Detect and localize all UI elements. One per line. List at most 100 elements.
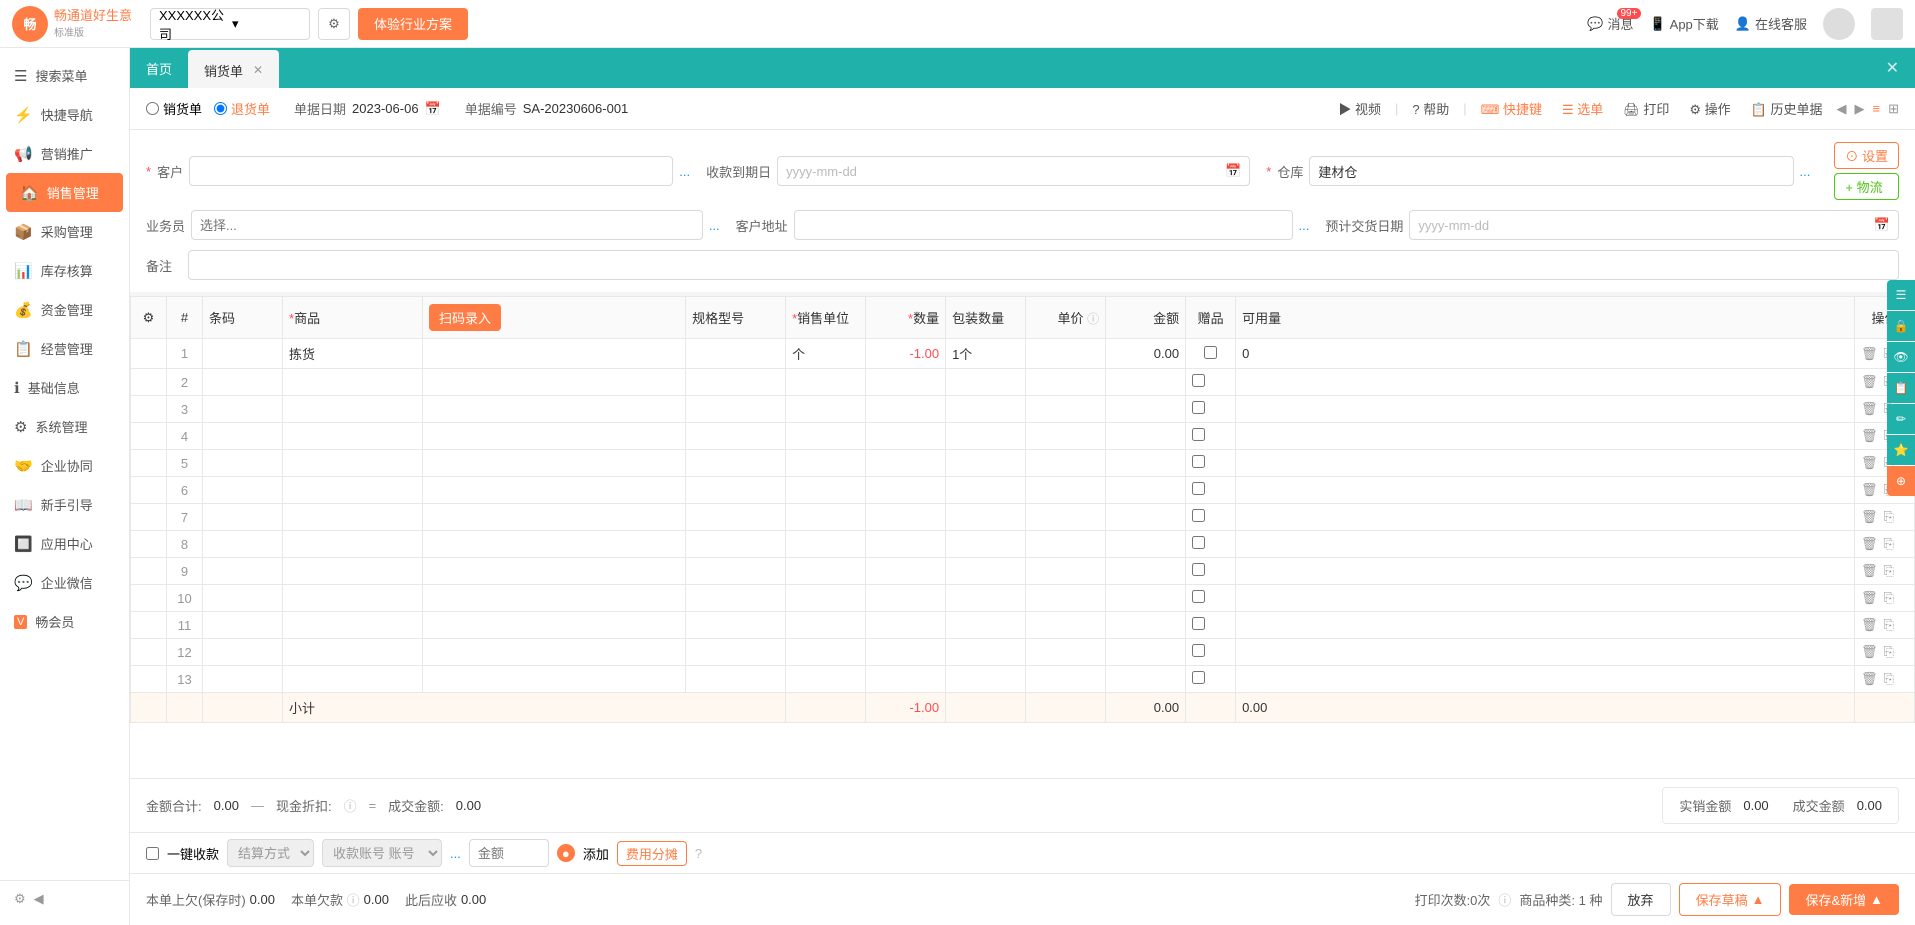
sidebar-item-basic-info[interactable]: ℹ 基础信息 bbox=[0, 368, 129, 407]
sidebar-item-quick-nav[interactable]: ⚡ 快捷导航 bbox=[0, 95, 129, 134]
salesman-dots[interactable]: ... bbox=[709, 218, 720, 233]
scan-button[interactable]: 扫码录入 bbox=[429, 304, 501, 331]
radio-return[interactable]: 退货单 bbox=[214, 99, 270, 118]
float-btn-orange[interactable]: ⊕ bbox=[1887, 466, 1915, 496]
save-new-button[interactable]: 保存&新增 ▲ bbox=[1789, 884, 1899, 915]
company-selector[interactable]: XXXXXX公司 ▾ bbox=[150, 8, 310, 40]
delete-icon[interactable]: 🗑 bbox=[1861, 401, 1878, 417]
delete-icon[interactable]: 🗑 bbox=[1861, 617, 1878, 633]
sidebar-item-beginner[interactable]: 📖 新手引导 bbox=[0, 485, 129, 524]
sidebar-item-inventory[interactable]: 📊 库存核算 bbox=[0, 251, 129, 290]
online-support-button[interactable]: 👤 在线客服 bbox=[1735, 14, 1807, 33]
discard-button[interactable]: 放弃 bbox=[1611, 883, 1671, 916]
delete-icon[interactable]: 🗑 bbox=[1861, 482, 1878, 498]
float-btn-1[interactable]: ☰ bbox=[1887, 280, 1915, 310]
fee-split-button[interactable]: 费用分摊 bbox=[617, 841, 687, 866]
radio-sales[interactable]: 销货单 bbox=[146, 99, 202, 118]
sidebar-item-wechat[interactable]: 💬 企业微信 bbox=[0, 563, 129, 602]
tab-home[interactable]: 首页 bbox=[130, 48, 188, 88]
tab-close-icon[interactable]: ✕ bbox=[253, 63, 263, 77]
fee-help-icon[interactable]: ? bbox=[695, 846, 702, 861]
copy-icon[interactable]: ⎘ bbox=[1884, 590, 1894, 606]
remarks-input[interactable] bbox=[188, 250, 1899, 280]
delete-icon[interactable]: 🗑 bbox=[1861, 536, 1878, 552]
sidebar-item-finance[interactable]: 💰 资金管理 bbox=[0, 290, 129, 329]
delete-icon[interactable]: 🗑 bbox=[1861, 671, 1878, 687]
sidebar-settings-icon[interactable]: ⚙ bbox=[14, 891, 26, 907]
delete-icon[interactable]: 🗑 bbox=[1861, 563, 1878, 579]
tab-sales-order[interactable]: 销货单 ✕ bbox=[188, 50, 279, 90]
list-view-icon[interactable]: ≡ bbox=[1873, 101, 1881, 116]
discount-info-icon[interactable]: ⓘ bbox=[344, 796, 357, 815]
avatar[interactable] bbox=[1823, 8, 1855, 40]
price-info-icon[interactable]: ⓘ bbox=[1087, 312, 1099, 326]
warehouse-input[interactable] bbox=[1309, 156, 1793, 186]
salesman-input[interactable] bbox=[191, 210, 703, 240]
delete-icon[interactable]: 🗑 bbox=[1861, 428, 1878, 444]
tab-bar-close-button[interactable]: ✕ bbox=[1886, 58, 1915, 78]
payment-method-select[interactable]: 结算方式 bbox=[227, 839, 314, 867]
sidebar-item-purchase[interactable]: 📦 采购管理 bbox=[0, 212, 129, 251]
nav-next-icon[interactable]: ▶ bbox=[1855, 101, 1865, 117]
user-menu[interactable] bbox=[1871, 8, 1903, 40]
help-btn[interactable]: ? 帮助 bbox=[1406, 96, 1455, 121]
grid-view-icon[interactable]: ⊞ bbox=[1888, 101, 1899, 117]
sidebar-collapse-icon[interactable]: ◀ bbox=[34, 891, 44, 907]
customer-dots[interactable]: ... bbox=[679, 164, 690, 179]
delete-icon[interactable]: 🗑 bbox=[1861, 374, 1878, 390]
video-btn[interactable]: ▶ 视频 bbox=[1332, 96, 1387, 121]
copy-icon[interactable]: ⎘ bbox=[1884, 671, 1894, 687]
float-btn-2[interactable]: 🔒 bbox=[1887, 311, 1915, 341]
copy-icon[interactable]: ⎘ bbox=[1884, 644, 1894, 660]
add-payment-button[interactable]: ● bbox=[557, 844, 575, 862]
delete-icon[interactable]: 🗑 bbox=[1861, 644, 1878, 660]
nav-prev-icon[interactable]: ◀ bbox=[1837, 101, 1847, 117]
receivable-date-input[interactable]: yyyy-mm-dd 📅 bbox=[777, 156, 1250, 186]
delivery-date-input[interactable]: yyyy-mm-dd 📅 bbox=[1409, 210, 1899, 240]
copy-icon[interactable]: ⎘ bbox=[1884, 509, 1894, 525]
customer-input[interactable] bbox=[189, 156, 673, 186]
copy-icon[interactable]: ⎘ bbox=[1884, 563, 1894, 579]
account-dots[interactable]: ... bbox=[450, 846, 461, 861]
delete-icon[interactable]: 🗑 bbox=[1861, 590, 1878, 606]
sidebar-item-apps[interactable]: 🔲 应用中心 bbox=[0, 524, 129, 563]
message-button[interactable]: 💬 消息 99+ bbox=[1587, 14, 1633, 33]
settings-button[interactable]: ⚙ bbox=[318, 8, 350, 40]
float-btn-5[interactable]: ✏ bbox=[1887, 404, 1915, 434]
sidebar-item-enterprise[interactable]: 🤝 企业协同 bbox=[0, 446, 129, 485]
sidebar-item-sales[interactable]: 🏠 销售管理 bbox=[6, 173, 123, 212]
row-barcode-cell[interactable] bbox=[203, 339, 283, 369]
sidebar-item-operations[interactable]: 📋 经营管理 bbox=[0, 329, 129, 368]
sidebar-item-marketing[interactable]: 📢 营销推广 bbox=[0, 134, 129, 173]
float-btn-6[interactable]: ⭐ bbox=[1887, 435, 1915, 465]
settings-side-btn[interactable]: ⊙ 设置 bbox=[1834, 142, 1899, 169]
arrears-info-icon[interactable]: ⓘ bbox=[347, 893, 360, 908]
one-click-payment-checkbox[interactable] bbox=[146, 847, 159, 860]
warehouse-dots[interactable]: ... bbox=[1800, 164, 1811, 179]
save-draft-button[interactable]: 保存草稿 ▲ bbox=[1679, 883, 1782, 916]
calendar-icon[interactable]: 📅 bbox=[425, 101, 441, 117]
trial-button[interactable]: 体验行业方案 bbox=[358, 8, 468, 40]
customer-addr-input[interactable] bbox=[794, 210, 1293, 240]
delete-icon[interactable]: 🗑 bbox=[1861, 346, 1878, 362]
shortcut-btn[interactable]: ⌨ 快捷键 bbox=[1475, 96, 1548, 121]
sidebar-item-system[interactable]: ⚙ 系统管理 bbox=[0, 407, 129, 446]
row-gift-cell[interactable] bbox=[1186, 339, 1236, 369]
float-btn-4[interactable]: 📋 bbox=[1887, 373, 1915, 403]
select-btn[interactable]: ☰ 选单 bbox=[1556, 96, 1609, 121]
th-scan[interactable]: 扫码录入 bbox=[423, 297, 686, 339]
delete-icon[interactable]: 🗑 bbox=[1861, 509, 1878, 525]
app-download-button[interactable]: 📱 App下载 bbox=[1649, 14, 1718, 33]
delete-icon[interactable]: 🗑 bbox=[1861, 455, 1878, 471]
history-btn[interactable]: 📋 历史单据 bbox=[1745, 96, 1829, 121]
float-btn-3[interactable]: 👁 bbox=[1887, 342, 1915, 372]
operation-btn[interactable]: ⚙ 操作 bbox=[1683, 96, 1736, 121]
th-settings[interactable]: ⚙ bbox=[131, 297, 167, 339]
print-info-icon[interactable]: ⓘ bbox=[1498, 890, 1511, 909]
payment-amount-input[interactable] bbox=[469, 839, 549, 867]
sidebar-item-search[interactable]: ☰ 搜索菜单 bbox=[0, 56, 129, 95]
print-btn[interactable]: 🖨 打印 bbox=[1617, 96, 1675, 121]
copy-icon[interactable]: ⎘ bbox=[1884, 536, 1894, 552]
logistics-side-btn[interactable]: + 物流 bbox=[1834, 173, 1899, 200]
sidebar-item-membership[interactable]: V 畅会员 bbox=[0, 602, 129, 641]
